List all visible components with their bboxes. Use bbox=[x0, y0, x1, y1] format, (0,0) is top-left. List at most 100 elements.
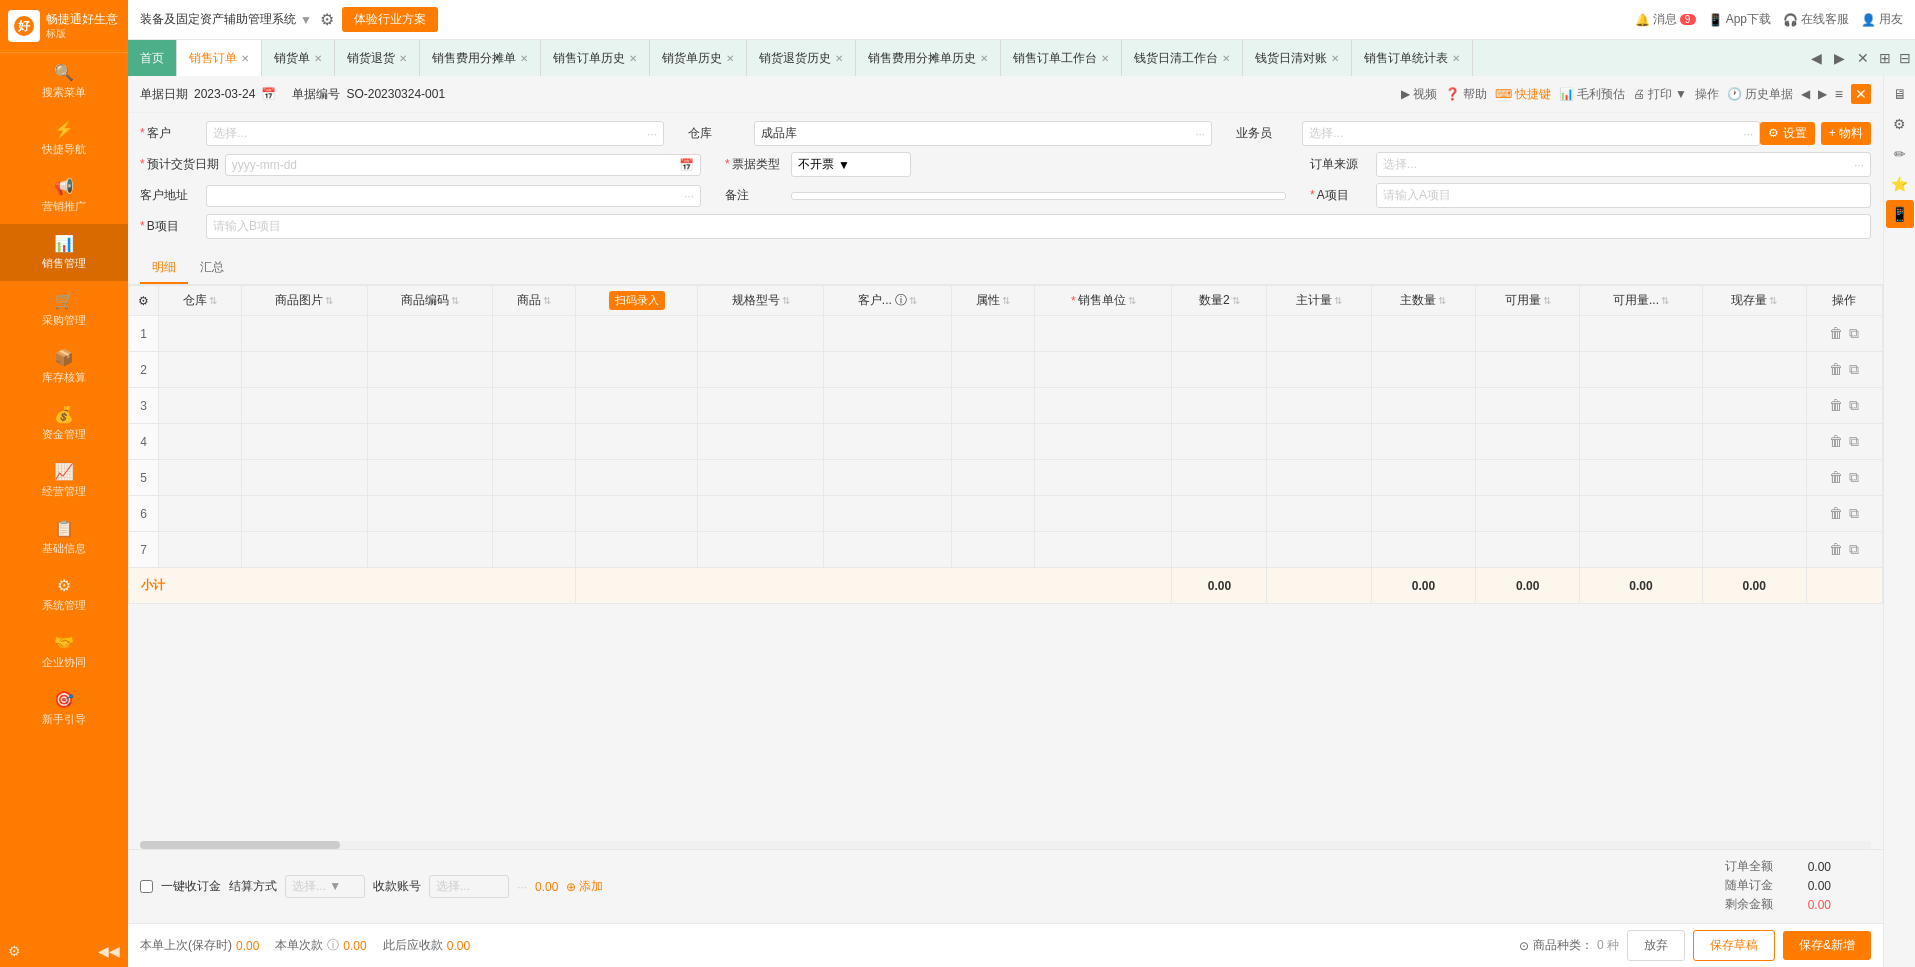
col-customer-code[interactable]: 客户... ⓘ⇅ bbox=[824, 286, 952, 316]
delete-icon[interactable]: 🗑 bbox=[1829, 469, 1843, 486]
right-panel-star-icon[interactable]: ⭐ bbox=[1886, 170, 1914, 198]
row-code[interactable] bbox=[367, 352, 493, 388]
customer-input[interactable]: 选择... ··· bbox=[206, 121, 664, 146]
address-input[interactable]: ··· bbox=[206, 185, 701, 207]
invoice-select[interactable]: 不开票 ▼ bbox=[791, 152, 911, 177]
settings-bottom-icon[interactable]: ⚙ bbox=[8, 943, 21, 959]
row-unit[interactable] bbox=[1035, 316, 1172, 352]
salesperson-input[interactable]: 选择... ··· bbox=[1302, 121, 1760, 146]
row-unit[interactable] bbox=[1035, 352, 1172, 388]
col-stock[interactable]: 现存量⇅ bbox=[1702, 286, 1806, 316]
row-image[interactable] bbox=[242, 532, 368, 568]
row-stock[interactable] bbox=[1702, 460, 1806, 496]
add-material-button[interactable]: + 物料 bbox=[1821, 122, 1871, 145]
row-warehouse[interactable] bbox=[159, 460, 242, 496]
row-available2[interactable] bbox=[1580, 316, 1702, 352]
row-image[interactable] bbox=[242, 388, 368, 424]
row-spec[interactable] bbox=[698, 352, 824, 388]
row-qty2[interactable] bbox=[1172, 388, 1267, 424]
col-warehouse[interactable]: 仓库⇅ bbox=[159, 286, 242, 316]
tab-close-icon[interactable]: ✕ bbox=[1222, 53, 1230, 64]
row-available[interactable] bbox=[1476, 316, 1580, 352]
row-warehouse[interactable] bbox=[159, 352, 242, 388]
col-unit[interactable]: *销售单位⇅ bbox=[1035, 286, 1172, 316]
row-product[interactable] bbox=[493, 460, 576, 496]
row-unit[interactable] bbox=[1035, 424, 1172, 460]
row-qty2[interactable] bbox=[1172, 352, 1267, 388]
row-available[interactable] bbox=[1476, 388, 1580, 424]
row-main-unit[interactable] bbox=[1267, 496, 1371, 532]
row-available2[interactable] bbox=[1580, 496, 1702, 532]
row-product[interactable] bbox=[493, 316, 576, 352]
row-warehouse[interactable] bbox=[159, 532, 242, 568]
row-available[interactable] bbox=[1476, 424, 1580, 460]
row-code[interactable] bbox=[367, 316, 493, 352]
row-attr[interactable] bbox=[951, 460, 1034, 496]
right-panel-settings-icon[interactable]: ⚙ bbox=[1886, 110, 1914, 138]
row-qty2[interactable] bbox=[1172, 532, 1267, 568]
row-product[interactable] bbox=[493, 352, 576, 388]
row-spec[interactable] bbox=[698, 496, 824, 532]
sidebar-item-finance[interactable]: 💰 资金管理 bbox=[0, 395, 128, 452]
row-main-unit[interactable] bbox=[1267, 532, 1371, 568]
row-customer-code[interactable] bbox=[824, 388, 952, 424]
add-payment-button[interactable]: ⊕ 添加 bbox=[566, 878, 603, 895]
row-spec[interactable] bbox=[698, 424, 824, 460]
row-stock[interactable] bbox=[1702, 496, 1806, 532]
row-product[interactable] bbox=[493, 496, 576, 532]
row-image[interactable] bbox=[242, 352, 368, 388]
tab-close-icon[interactable]: ✕ bbox=[520, 53, 528, 64]
row-warehouse[interactable] bbox=[159, 388, 242, 424]
row-available2[interactable] bbox=[1580, 388, 1702, 424]
tab-order-workbench[interactable]: 销售订单工作台 ✕ bbox=[1001, 40, 1122, 76]
tab-close-icon[interactable]: ✕ bbox=[726, 53, 734, 64]
tab-daily-clear-workbench[interactable]: 钱货日清工作台 ✕ bbox=[1122, 40, 1243, 76]
history-button[interactable]: 🕐 历史单据 bbox=[1727, 86, 1793, 103]
row-code[interactable] bbox=[367, 424, 493, 460]
sidebar-item-system[interactable]: ⚙ 系统管理 bbox=[0, 566, 128, 623]
row-spec[interactable] bbox=[698, 460, 824, 496]
row-main-qty[interactable] bbox=[1371, 352, 1475, 388]
row-unit[interactable] bbox=[1035, 496, 1172, 532]
row-available[interactable] bbox=[1476, 532, 1580, 568]
print-button[interactable]: 🖨 打印 ▼ bbox=[1633, 86, 1687, 103]
row-stock[interactable] bbox=[1702, 424, 1806, 460]
delete-icon[interactable]: 🗑 bbox=[1829, 505, 1843, 522]
view-button[interactable]: ▶ 视频 bbox=[1401, 86, 1437, 103]
tab-sales-return[interactable]: 销货退货 ✕ bbox=[335, 40, 420, 76]
row-image[interactable] bbox=[242, 424, 368, 460]
row-customer-code[interactable] bbox=[824, 460, 952, 496]
profit-button[interactable]: 📊 毛利预估 bbox=[1559, 86, 1625, 103]
tab-close-icon[interactable]: ✕ bbox=[629, 53, 637, 64]
save-button[interactable]: 保存&新增 bbox=[1783, 931, 1871, 960]
tab-close-icon[interactable]: ✕ bbox=[314, 53, 322, 64]
row-unit[interactable] bbox=[1035, 460, 1172, 496]
delete-icon[interactable]: 🗑 bbox=[1829, 541, 1843, 558]
row-image[interactable] bbox=[242, 460, 368, 496]
row-attr[interactable] bbox=[951, 496, 1034, 532]
tab-close-icon[interactable]: ✕ bbox=[980, 53, 988, 64]
row-available2[interactable] bbox=[1580, 424, 1702, 460]
row-image[interactable] bbox=[242, 496, 368, 532]
col-settings[interactable]: ⚙ bbox=[129, 286, 159, 316]
nav-next-icon[interactable]: ▶ bbox=[1818, 87, 1827, 101]
row-warehouse[interactable] bbox=[159, 496, 242, 532]
row-warehouse[interactable] bbox=[159, 424, 242, 460]
row-main-qty[interactable] bbox=[1371, 388, 1475, 424]
tab-summary[interactable]: 汇总 bbox=[188, 253, 236, 284]
row-stock[interactable] bbox=[1702, 388, 1806, 424]
copy-icon[interactable]: ⧉ bbox=[1849, 505, 1859, 522]
row-main-unit[interactable] bbox=[1267, 352, 1371, 388]
row-unit[interactable] bbox=[1035, 388, 1172, 424]
col-code[interactable]: 商品编码⇅ bbox=[367, 286, 493, 316]
tab-close-icon[interactable]: ✕ bbox=[1331, 53, 1339, 64]
row-main-unit[interactable] bbox=[1267, 424, 1371, 460]
row-code[interactable] bbox=[367, 388, 493, 424]
col-main-unit[interactable]: 主计量⇅ bbox=[1267, 286, 1371, 316]
scrollbar-thumb[interactable] bbox=[140, 841, 340, 849]
tab-close-icon[interactable]: ✕ bbox=[1452, 53, 1460, 64]
shortcut-button[interactable]: ⌨ 快捷键 bbox=[1495, 86, 1551, 103]
tab-return-history[interactable]: 销货退货历史 ✕ bbox=[747, 40, 856, 76]
row-available2[interactable] bbox=[1580, 532, 1702, 568]
nav-prev-icon[interactable]: ◀ bbox=[1801, 87, 1810, 101]
